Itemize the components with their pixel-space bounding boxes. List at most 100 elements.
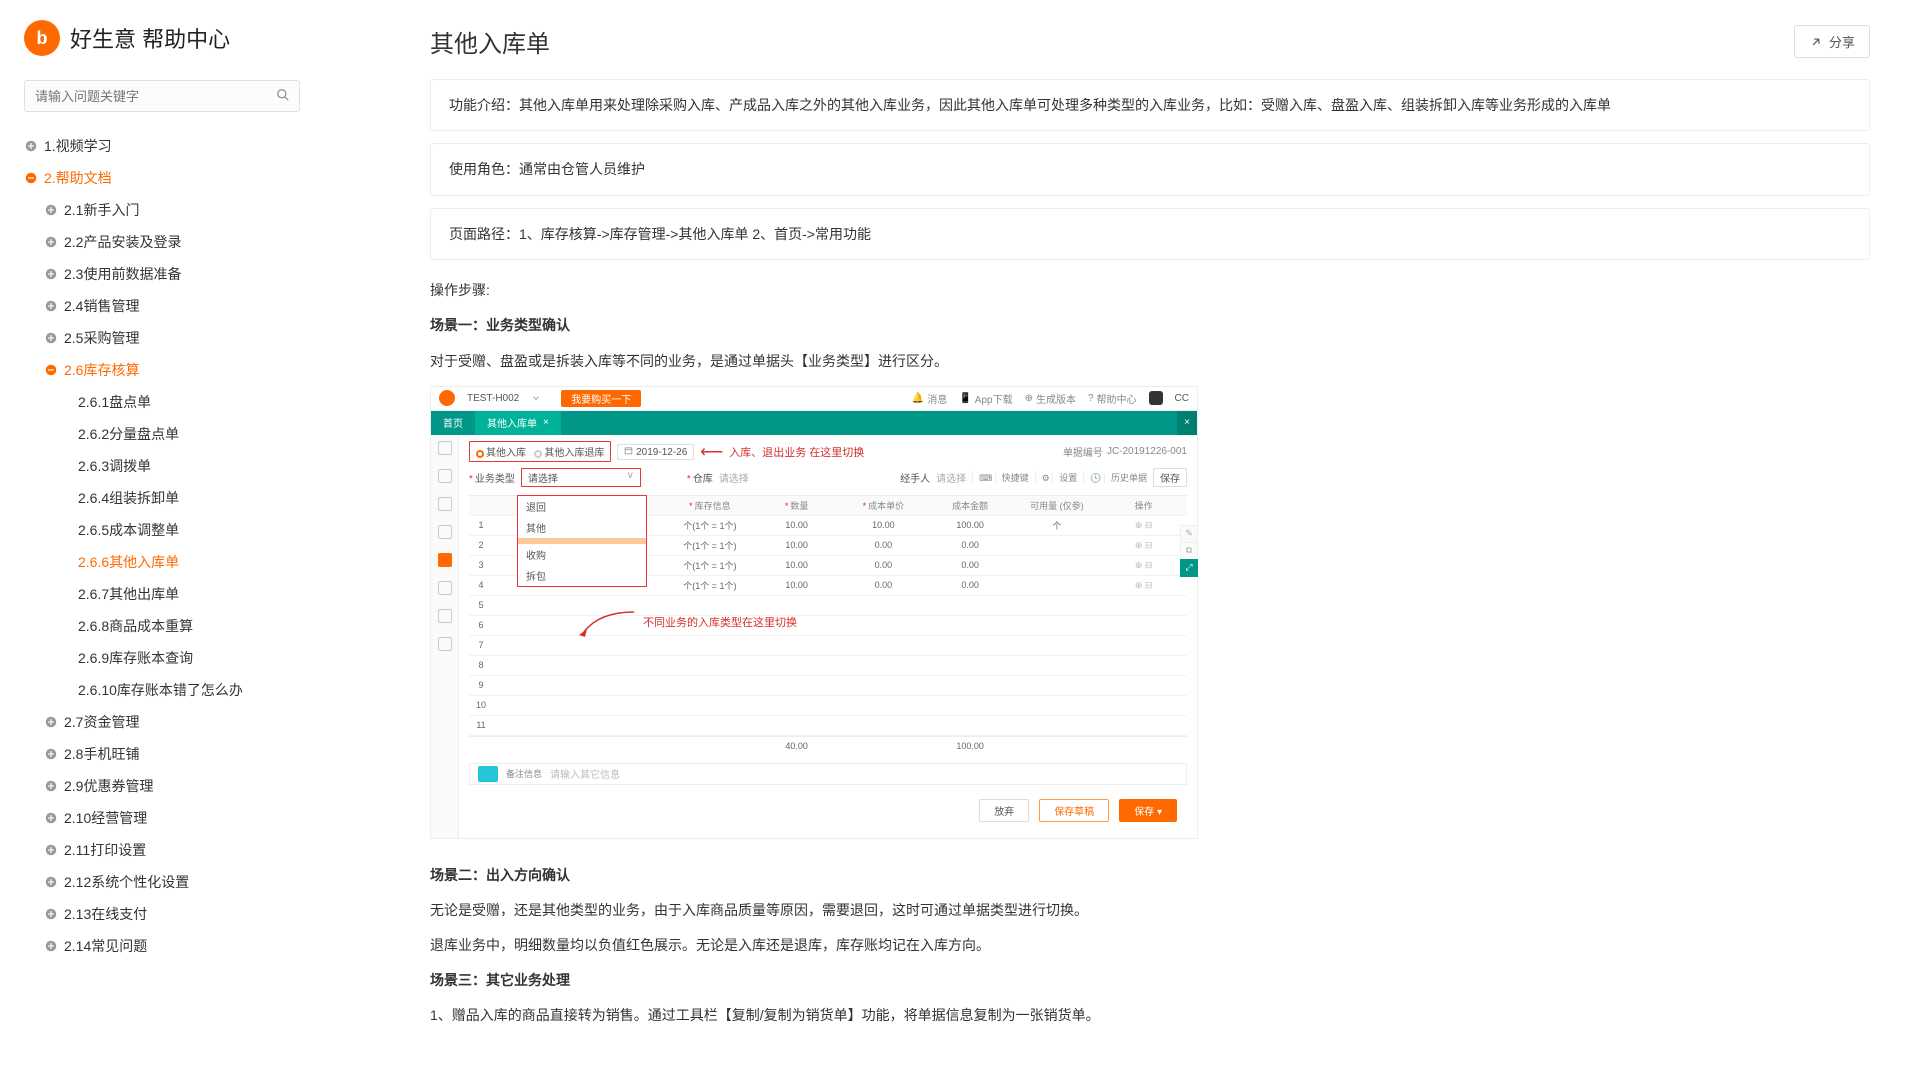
expand-icon[interactable] [44, 747, 58, 761]
nav-item[interactable]: 2.6.4组装拆卸单 [24, 482, 300, 514]
nav-item-label: 1.视频学习 [44, 136, 112, 156]
mock-save-setting-button: 保存 [1153, 468, 1187, 487]
nav-item[interactable]: 2.1新手入门 [24, 194, 300, 226]
expand-icon[interactable] [44, 203, 58, 217]
search-input[interactable] [24, 80, 300, 112]
mock-toolbar: ⌨ 快捷键 ⚙ 设置 🕓 历史单据 [972, 471, 1147, 484]
nav-item-label: 2.13在线支付 [64, 904, 147, 924]
expand-icon[interactable] [44, 907, 58, 921]
nav-item[interactable]: 2.3使用前数据准备 [24, 258, 300, 290]
expand-icon[interactable] [44, 939, 58, 953]
nav-item-label: 2.4销售管理 [64, 296, 139, 316]
expand-icon[interactable] [44, 235, 58, 249]
mock-type-label: 业务类型 [475, 474, 515, 485]
nav-item-label: 2.2产品安装及登录 [64, 232, 181, 252]
table-row: 9 [469, 676, 1187, 696]
mock-op-label: 经手人 [900, 470, 930, 485]
nav-item-label: 2.1新手入门 [64, 200, 139, 220]
mock-form: 其他入库 其他入库退库 2019-12-26 ⟵ 入库、退出业务 在这里切换 单… [459, 435, 1197, 838]
expand-icon[interactable] [44, 875, 58, 889]
annotation-2: 不同业务的入库类型在这里切换 [579, 607, 797, 637]
nav-item[interactable]: 2.13在线支付 [24, 898, 300, 930]
mock-docno-value: JC-20191226-001 [1107, 446, 1187, 457]
nav-item[interactable]: 2.6.6其他入库单 [24, 546, 300, 578]
expand-icon[interactable] [44, 843, 58, 857]
nav-item[interactable]: 2.14常见问题 [24, 930, 300, 962]
nav-item[interactable]: 2.6.5成本调整单 [24, 514, 300, 546]
expand-icon[interactable] [44, 779, 58, 793]
remark-icon [478, 766, 498, 782]
collapse-icon[interactable] [24, 171, 38, 185]
nav-item[interactable]: 2.6.1盘点单 [24, 386, 300, 418]
expand-icon[interactable] [44, 299, 58, 313]
nav-item-label: 2.11打印设置 [64, 840, 146, 860]
nav-item-label: 2.帮助文档 [44, 168, 112, 188]
nav-item[interactable]: 2.6.2分量盘点单 [24, 418, 300, 450]
annotation-2-text: 不同业务的入库类型在这里切换 [643, 614, 797, 630]
expand-icon[interactable] [24, 139, 38, 153]
nav-item-label: 2.6.3调拨单 [78, 456, 151, 476]
nav-item[interactable]: 2.12系统个性化设置 [24, 866, 300, 898]
mock-cancel-button: 放弃 [979, 799, 1029, 822]
mock-docno-label: 单据编号 [1063, 444, 1103, 459]
search-icon[interactable] [276, 88, 290, 105]
role-label: 使用角色： [449, 161, 519, 177]
steps-label: 操作步骤: [430, 278, 1870, 303]
scene-2-title: 场景二：出入方向确认 [430, 863, 1870, 888]
expand-icon[interactable] [44, 267, 58, 281]
path-box: 页面路径：1、库存核算->库存管理->其他入库单 2、首页->常用功能 [430, 208, 1870, 260]
expand-icon[interactable] [44, 715, 58, 729]
nav-item[interactable]: 2.6.3调拨单 [24, 450, 300, 482]
nav-item[interactable]: 2.6.9库存账本查询 [24, 642, 300, 674]
nav-item[interactable]: 2.7资金管理 [24, 706, 300, 738]
nav-item[interactable]: 2.6.10库存账本错了怎么办 [24, 674, 300, 706]
expand-icon[interactable] [44, 331, 58, 345]
mock-remark-placeholder: 请输入其它信息 [550, 766, 620, 781]
table-row: 6 [469, 616, 1187, 636]
role-box: 使用角色：通常由仓管人员维护 [430, 143, 1870, 195]
share-button[interactable]: 分享 [1794, 25, 1870, 58]
intro-text: 其他入库单用来处理除采购入库、产成品入库之外的其他入库业务，因此其他入库单可处理… [519, 97, 1611, 113]
nav-item-label: 2.3使用前数据准备 [64, 264, 181, 284]
nav-item-label: 2.9优惠券管理 [64, 776, 153, 796]
mock-rail-active-icon [438, 553, 452, 567]
nav-item[interactable]: 2.2产品安装及登录 [24, 226, 300, 258]
share-label: 分享 [1829, 32, 1855, 51]
table-row: 10 [469, 696, 1187, 716]
nav-item[interactable]: 2.6.8商品成本重算 [24, 610, 300, 642]
mock-user: CC [1175, 393, 1189, 404]
mock-dd-opt: 退回 [518, 496, 646, 517]
nav-item-label: 2.6.1盘点单 [78, 392, 151, 412]
annotation-arrow-icon [579, 607, 639, 637]
mock-date-input: 2019-12-26 [617, 444, 694, 460]
table-row: 5 [469, 596, 1187, 616]
mock-tabs: 首页 其他入库单 × × [431, 411, 1197, 435]
nav-item[interactable]: 2.9优惠券管理 [24, 770, 300, 802]
mock-tabs-close-icon: × [1177, 411, 1197, 435]
nav-item-label: 2.6.7其他出库单 [78, 584, 179, 604]
nav-item[interactable]: 2.11打印设置 [24, 834, 300, 866]
mock-trial-button: 我要购买一下 [561, 390, 641, 407]
scene-3-title: 场景三：其它业务处理 [430, 968, 1870, 993]
intro-box: 功能介绍：其他入库单用来处理除采购入库、产成品入库之外的其他入库业务，因此其他入… [430, 79, 1870, 131]
nav-item[interactable]: 2.10经营管理 [24, 802, 300, 834]
path-text: 1、库存核算->库存管理->其他入库单 2、首页->常用功能 [519, 226, 871, 242]
mock-op-value: 请选择 [936, 470, 966, 485]
mock-sum-row: 40.00 100.00 [469, 736, 1187, 755]
nav-item[interactable]: 2.8手机旺铺 [24, 738, 300, 770]
nav-item[interactable]: 2.6库存核算 [24, 354, 300, 386]
nav-item[interactable]: 1.视频学习 [24, 130, 300, 162]
mock-topbar: TEST-H002 我要购买一下 🔔 消息 📱 App下载 ⊕ 生成版本 ? 帮… [431, 387, 1197, 411]
brand-logo-icon: b [24, 20, 60, 56]
nav-item[interactable]: 2.6.7其他出库单 [24, 578, 300, 610]
search-box [24, 80, 300, 112]
collapse-icon[interactable] [44, 363, 58, 377]
nav-item[interactable]: 2.4销售管理 [24, 290, 300, 322]
nav-item-label: 2.8手机旺铺 [64, 744, 139, 764]
expand-icon[interactable] [44, 811, 58, 825]
nav-item[interactable]: 2.5采购管理 [24, 322, 300, 354]
mock-doc-type-box: 其他入库 其他入库退库 [469, 441, 611, 462]
mock-type-dropdown: 退回 其他 收购 拆包 [517, 495, 647, 587]
mock-help-link: ? 帮助中心 [1088, 391, 1137, 406]
nav-item[interactable]: 2.帮助文档 [24, 162, 300, 194]
